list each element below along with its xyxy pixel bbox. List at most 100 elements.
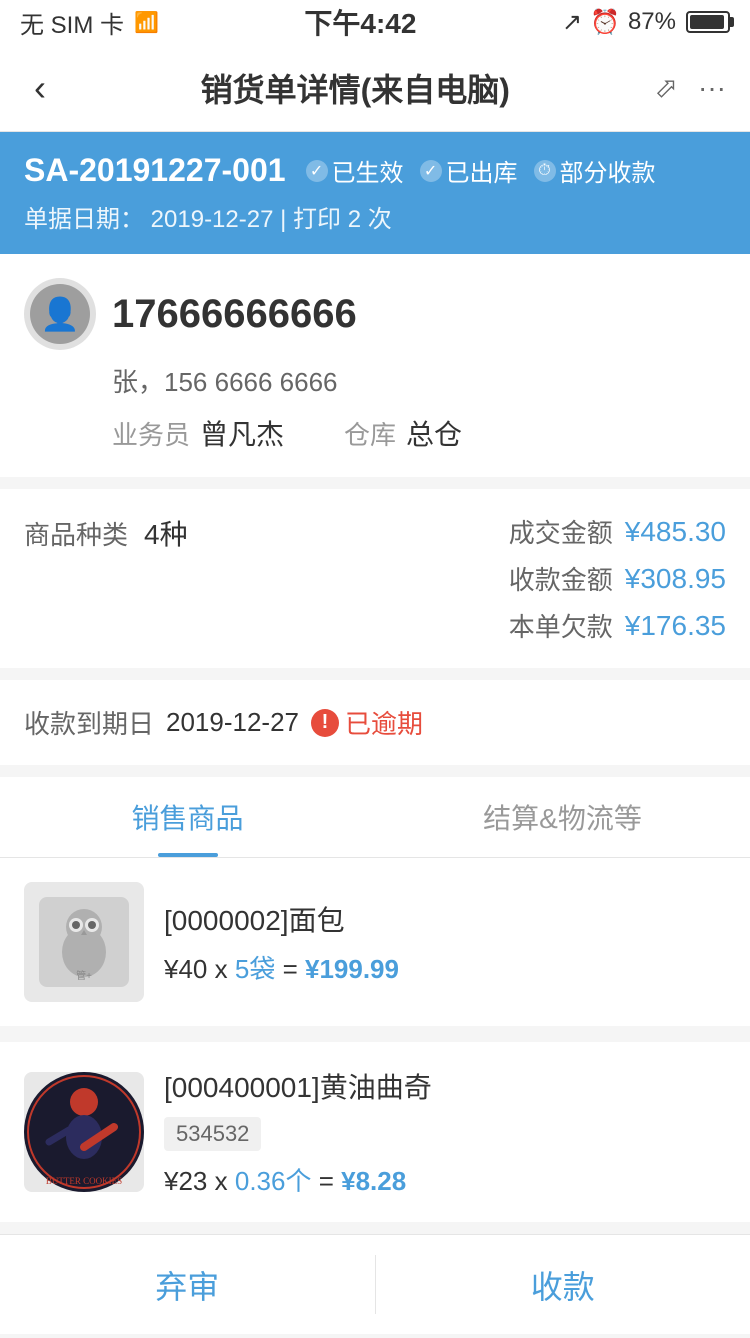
check-icon-2: ✓ [420, 160, 442, 182]
status-badges: ✓ 已生效 ✓ 已出库 ⏱ 部分收款 [306, 153, 656, 188]
product-total-1: ¥199.99 [305, 954, 399, 984]
meta-salesperson: 业务员 曾凡杰 [112, 413, 284, 453]
more-icon[interactable]: ··· [698, 72, 726, 104]
location-icon: ↗ [562, 8, 582, 37]
due-label: 收款到期日 [24, 704, 154, 741]
received-line: 收款金额 ¥308.95 [509, 560, 726, 597]
product-types-label: 商品种类 [24, 515, 128, 552]
salesperson-value: 曾凡杰 [200, 413, 284, 453]
product-total-2: ¥8.28 [341, 1166, 406, 1196]
status-bar: 无 SIM 卡 📶 下午4:42 ↗ ⏰ 87% [0, 0, 750, 44]
product-types-value: 4种 [144, 513, 188, 553]
product-thumbnail-1: 管+ [39, 897, 129, 987]
cancel-button[interactable]: 弃审 [0, 1235, 375, 1334]
avatar: 👤 [24, 278, 96, 350]
received-value: ¥308.95 [625, 563, 726, 595]
trading-amount-line: 成交金额 ¥485.30 [509, 513, 726, 550]
overdue-text: 已逾期 [345, 704, 423, 741]
tab-settlement[interactable]: 结算&物流等 [375, 777, 750, 857]
product-qty-1: 5袋 [235, 954, 275, 984]
battery-fill [690, 15, 724, 29]
print-suffix: 次 [368, 206, 392, 233]
share-icon[interactable]: ⬀ [655, 71, 678, 104]
due-date-value: 2019-12-27 [166, 707, 299, 738]
customer-top: 👤 17666666666 [24, 278, 726, 350]
customer-meta: 业务员 曾凡杰 仓库 总仓 [24, 413, 726, 453]
stats-row: 商品种类 4种 成交金额 ¥485.30 收款金额 ¥308.95 本单欠款 ¥… [24, 513, 726, 644]
order-header-top: SA-20191227-001 ✓ 已生效 ✓ 已出库 ⏱ 部分收款 [24, 152, 726, 189]
back-button[interactable]: ‹ [24, 57, 56, 119]
stats-section: 商品种类 4种 成交金额 ¥485.30 收款金额 ¥308.95 本单欠款 ¥… [0, 489, 750, 668]
pay-button[interactable]: 收款 [376, 1235, 750, 1334]
product-x-1: x [215, 954, 235, 984]
product-x-2: x [215, 1166, 235, 1196]
meta-warehouse: 仓库 总仓 [344, 413, 462, 453]
status-badge-3: ⏱ 部分收款 [534, 153, 656, 188]
status-badge-1: ✓ 已生效 [306, 153, 404, 188]
warehouse-label: 仓库 [344, 415, 396, 452]
debt-line: 本单欠款 ¥176.35 [509, 607, 726, 644]
svg-text:BUTTER COOKIES: BUTTER COOKIES [46, 1176, 122, 1186]
status-left: 无 SIM 卡 📶 [20, 5, 159, 40]
product-types-item: 商品种类 4种 [24, 513, 188, 553]
product-thumbnail-2: BUTTER COOKIES [24, 1072, 144, 1192]
product-info-1: [0000002]面包 ¥40 x 5袋 = ¥199.99 [164, 899, 726, 986]
product-card-1: 管+ [0000002]面包 ¥40 x 5袋 = ¥199.99 [0, 858, 750, 1026]
order-header: SA-20191227-001 ✓ 已生效 ✓ 已出库 ⏱ 部分收款 单据日期：… [0, 132, 750, 254]
product-price-line-1: ¥40 x 5袋 = ¥199.99 [164, 949, 726, 986]
wifi-icon: 📶 [134, 10, 159, 35]
order-id: SA-20191227-001 [24, 152, 286, 189]
order-date-value: 2019-12-27 [151, 206, 274, 233]
tab-underline [158, 853, 218, 857]
print-count: 2 [348, 206, 361, 233]
product-eq-2: = [319, 1166, 341, 1196]
product-price-1: ¥40 [164, 954, 207, 984]
battery-bar [686, 11, 730, 33]
check-icon-1: ✓ [306, 160, 328, 182]
customer-name: 张，156 6666 6666 [24, 362, 726, 399]
carrier-label: 无 SIM 卡 [20, 5, 124, 40]
product-eq-1: = [283, 954, 305, 984]
tabs-container: 销售商品 结算&物流等 [0, 777, 750, 858]
product-image-2: BUTTER COOKIES [24, 1072, 144, 1192]
debt-value: ¥176.35 [625, 610, 726, 642]
product-price-line-2: ¥23 x 0.36个 = ¥8.28 [164, 1161, 726, 1198]
status-label-3: 部分收款 [560, 153, 656, 188]
warehouse-value: 总仓 [406, 413, 462, 453]
product-sku-2: 534532 [164, 1117, 261, 1151]
product-image-1: 管+ [24, 882, 144, 1002]
customer-phone: 17666666666 [112, 292, 357, 337]
product-qty-2: 0.36个 [235, 1166, 312, 1196]
stats-right: 成交金额 ¥485.30 收款金额 ¥308.95 本单欠款 ¥176.35 [509, 513, 726, 644]
salesperson-label: 业务员 [112, 415, 190, 452]
received-label: 收款金额 [509, 560, 613, 597]
clock-icon: ⏱ [534, 160, 556, 182]
tab-sales-products[interactable]: 销售商品 [0, 777, 375, 857]
product-name-1: [0000002]面包 [164, 899, 726, 939]
print-label: | 打印 [280, 206, 341, 233]
tab-sales-products-label: 销售商品 [131, 797, 243, 837]
stats-left: 商品种类 4种 [24, 513, 188, 553]
product-card-2: BUTTER COOKIES [000400001]黄油曲奇 534532 ¥2… [0, 1042, 750, 1222]
time-label: 下午4:42 [304, 2, 416, 42]
product-name-2: [000400001]黄油曲奇 [164, 1066, 726, 1106]
svg-text:管+: 管+ [76, 969, 92, 982]
customer-section: 👤 17666666666 张，156 6666 6666 业务员 曾凡杰 仓库… [0, 254, 750, 477]
nav-actions: ⬀ ··· [655, 71, 726, 104]
tab-settlement-label: 结算&物流等 [483, 797, 642, 837]
nav-bar: ‹ 销货单详情(来自电脑) ⬀ ··· [0, 44, 750, 132]
bottom-bar: 弃审 收款 [0, 1234, 750, 1334]
product-info-2: [000400001]黄油曲奇 534532 ¥23 x 0.36个 = ¥8.… [164, 1066, 726, 1198]
overdue-badge: ! 已逾期 [311, 704, 423, 741]
trading-amount-label: 成交金额 [509, 513, 613, 550]
date-label: 单据日期： [24, 206, 144, 233]
status-badge-2: ✓ 已出库 [420, 153, 518, 188]
status-label-1: 已生效 [332, 153, 404, 188]
status-label-2: 已出库 [446, 153, 518, 188]
avatar-person-icon: 👤 [40, 295, 80, 333]
products-section: 管+ [0000002]面包 ¥40 x 5袋 = ¥199.99 [0, 858, 750, 1222]
tabs: 销售商品 结算&物流等 [0, 777, 750, 857]
trading-amount-value: ¥485.30 [625, 516, 726, 548]
page-title: 销货单详情(来自电脑) [201, 65, 510, 111]
order-date: 单据日期： 2019-12-27 | 打印 2 次 [24, 199, 726, 234]
